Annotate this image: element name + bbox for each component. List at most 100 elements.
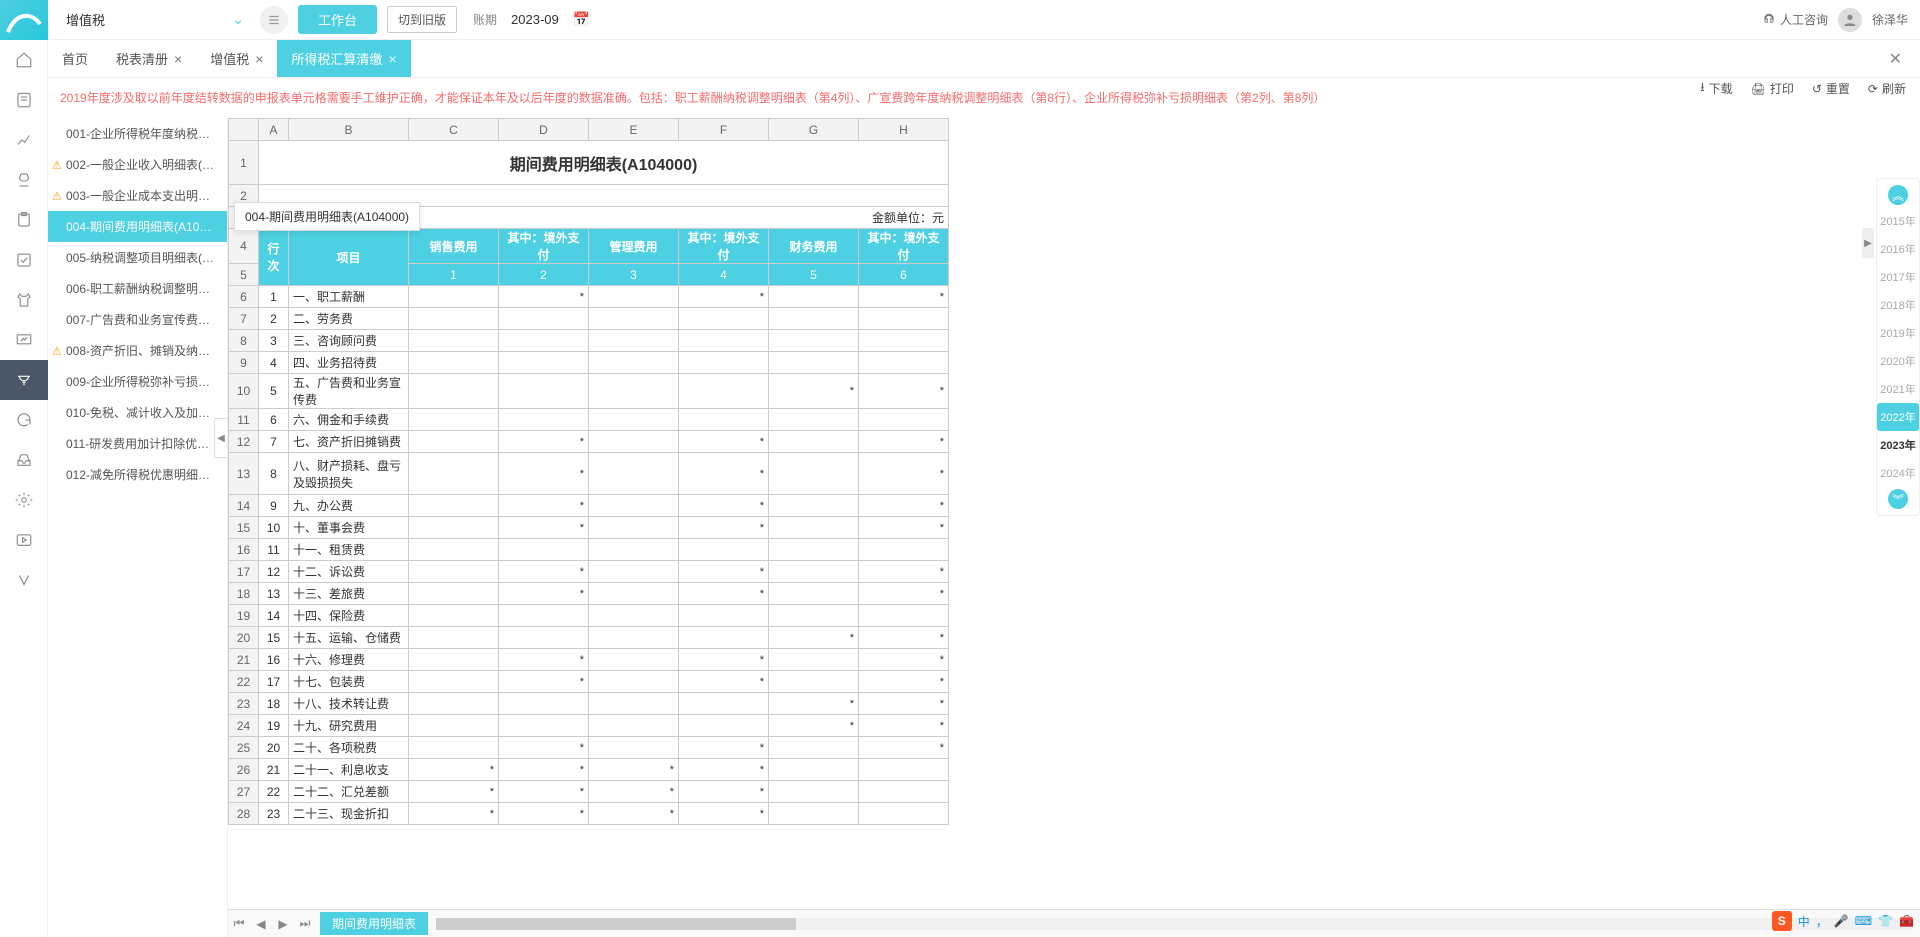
data-cell[interactable]: *	[499, 803, 589, 825]
data-cell[interactable]: *	[679, 671, 769, 693]
data-cell[interactable]	[769, 649, 859, 671]
data-cell[interactable]	[409, 583, 499, 605]
tab-1[interactable]: 税表清册×	[102, 40, 196, 77]
data-cell[interactable]	[859, 605, 949, 627]
workbench-button[interactable]: 工作台	[298, 5, 377, 34]
data-cell[interactable]: *	[499, 671, 589, 693]
nav-tax-icon[interactable]	[0, 360, 48, 400]
data-cell[interactable]	[499, 330, 589, 352]
data-cell[interactable]	[679, 715, 769, 737]
sheet-list-item-8[interactable]: 009-企业所得税弥补亏损明…	[48, 366, 227, 397]
sheet-nav-prev-icon[interactable]: ◀	[250, 913, 272, 935]
calendar-icon[interactable]: 📅	[573, 11, 590, 28]
horizontal-scrollbar[interactable]	[436, 918, 1912, 930]
expand-right-handle[interactable]: ▶	[1862, 228, 1874, 258]
data-cell[interactable]	[589, 286, 679, 308]
sheet-list-item-7[interactable]: ⚠008-资产折旧、摊销及纳税…	[48, 335, 227, 366]
data-cell[interactable]: *	[499, 431, 589, 453]
data-cell[interactable]	[679, 308, 769, 330]
data-cell[interactable]: *	[679, 649, 769, 671]
nav-docs-icon[interactable]	[0, 80, 48, 120]
data-cell[interactable]	[679, 539, 769, 561]
data-cell[interactable]: *	[499, 649, 589, 671]
data-cell[interactable]: *	[499, 453, 589, 495]
data-cell[interactable]	[589, 409, 679, 431]
data-cell[interactable]	[409, 409, 499, 431]
data-cell[interactable]: *	[769, 693, 859, 715]
data-cell[interactable]: *	[679, 495, 769, 517]
data-cell[interactable]: *	[769, 715, 859, 737]
data-cell[interactable]	[769, 330, 859, 352]
data-cell[interactable]: *	[679, 737, 769, 759]
tab-3[interactable]: 所得税汇算清缴×	[277, 40, 410, 77]
data-cell[interactable]: *	[409, 781, 499, 803]
data-cell[interactable]	[769, 539, 859, 561]
sheet-list-item-10[interactable]: 011-研发费用加计扣除优惠…	[48, 428, 227, 459]
data-cell[interactable]	[769, 453, 859, 495]
data-cell[interactable]	[859, 352, 949, 374]
data-cell[interactable]	[859, 308, 949, 330]
data-cell[interactable]	[589, 649, 679, 671]
data-cell[interactable]	[679, 330, 769, 352]
year-option[interactable]: 2024年	[1877, 459, 1919, 487]
ime-mode-label[interactable]: 中	[1798, 913, 1810, 930]
data-cell[interactable]	[409, 737, 499, 759]
data-cell[interactable]: *	[859, 517, 949, 539]
sheet-nav-last-icon[interactable]: ⏭	[294, 913, 316, 935]
data-cell[interactable]	[589, 671, 679, 693]
nav-money-icon[interactable]	[0, 160, 48, 200]
list-toggle-icon[interactable]	[260, 6, 288, 34]
reset-button[interactable]: ↺重置	[1812, 80, 1850, 97]
data-cell[interactable]	[769, 431, 859, 453]
spreadsheet-grid[interactable]: ABCDEFGH1期间费用明细表(A104000)23金额单位：元4行次项目销售…	[228, 118, 1920, 909]
data-cell[interactable]	[769, 803, 859, 825]
nav-clipboard-icon[interactable]	[0, 200, 48, 240]
data-cell[interactable]	[409, 605, 499, 627]
data-cell[interactable]: *	[679, 431, 769, 453]
sheet-list-item-2[interactable]: ⚠003-一般企业成本支出明细…	[48, 180, 227, 211]
data-cell[interactable]	[499, 605, 589, 627]
data-cell[interactable]	[769, 286, 859, 308]
data-cell[interactable]: *	[679, 759, 769, 781]
tab-close-icon[interactable]: ×	[388, 51, 396, 67]
data-cell[interactable]	[679, 605, 769, 627]
data-cell[interactable]	[409, 627, 499, 649]
sheet-list-item-3[interactable]: 004-期间费用明细表(A1040…	[48, 211, 227, 242]
sheet-nav-first-icon[interactable]: ⏮	[228, 913, 250, 935]
data-cell[interactable]	[769, 409, 859, 431]
data-cell[interactable]: *	[499, 286, 589, 308]
year-option[interactable]: 2021年	[1877, 375, 1919, 403]
data-cell[interactable]	[589, 605, 679, 627]
data-cell[interactable]	[499, 409, 589, 431]
data-cell[interactable]	[499, 352, 589, 374]
data-cell[interactable]: *	[859, 431, 949, 453]
data-cell[interactable]	[859, 539, 949, 561]
data-cell[interactable]	[679, 374, 769, 409]
tab-close-icon[interactable]: ×	[255, 51, 263, 67]
ime-skin-icon[interactable]: 👕	[1878, 914, 1893, 928]
data-cell[interactable]: *	[499, 583, 589, 605]
nav-settings-icon[interactable]	[0, 480, 48, 520]
year-option[interactable]: 2020年	[1877, 347, 1919, 375]
tab-close-icon[interactable]: ×	[174, 51, 182, 67]
data-cell[interactable]	[679, 409, 769, 431]
data-cell[interactable]: *	[769, 627, 859, 649]
data-cell[interactable]	[499, 308, 589, 330]
nav-inbox-icon[interactable]	[0, 440, 48, 480]
data-cell[interactable]	[589, 627, 679, 649]
sheet-list-item-4[interactable]: 005-纳税调整项目明细表(A…	[48, 242, 227, 273]
data-cell[interactable]	[589, 737, 679, 759]
data-cell[interactable]: *	[679, 453, 769, 495]
data-cell[interactable]	[499, 693, 589, 715]
data-cell[interactable]	[589, 431, 679, 453]
switch-old-button[interactable]: 切到旧版	[387, 6, 457, 33]
year-option[interactable]: 2022年	[1877, 403, 1919, 431]
nav-v-icon[interactable]	[0, 560, 48, 600]
data-cell[interactable]	[589, 539, 679, 561]
tab-0[interactable]: 首页	[48, 40, 102, 77]
data-cell[interactable]	[409, 286, 499, 308]
data-cell[interactable]	[769, 737, 859, 759]
data-cell[interactable]: *	[859, 693, 949, 715]
data-cell[interactable]: *	[589, 781, 679, 803]
data-cell[interactable]	[769, 352, 859, 374]
